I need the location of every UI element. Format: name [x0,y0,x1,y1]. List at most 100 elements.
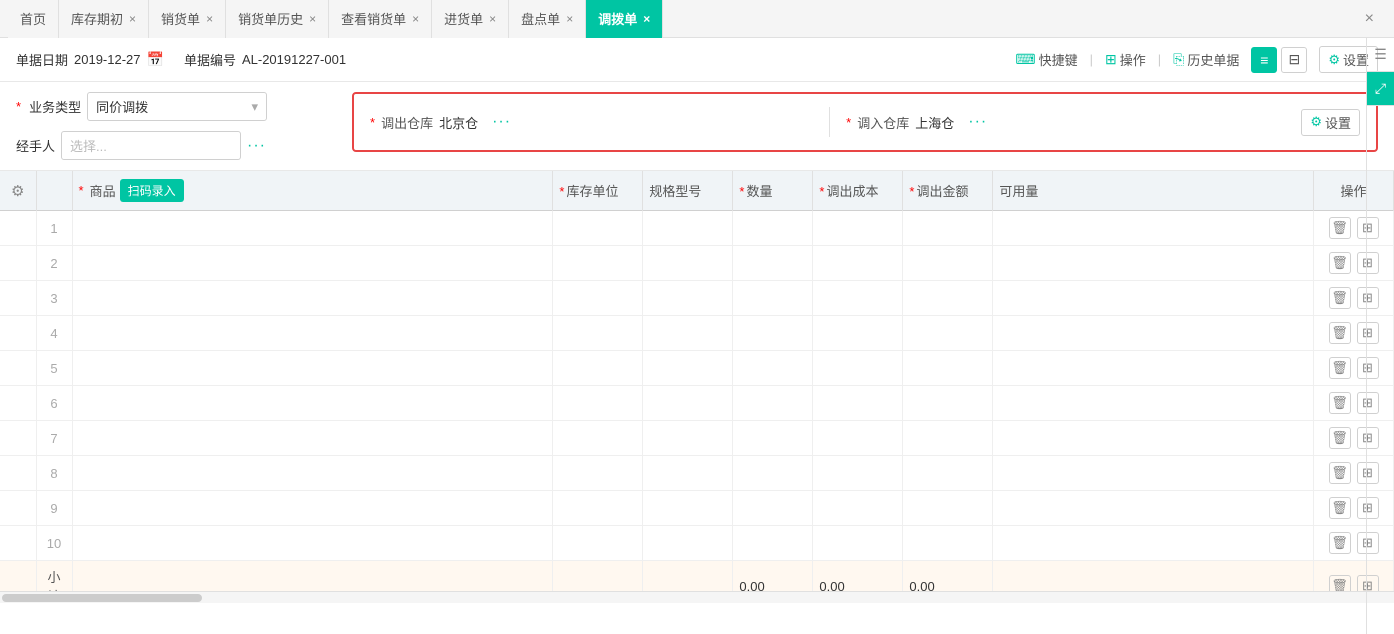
row-qty[interactable] [733,386,813,421]
calendar-icon[interactable]: 📅 [147,51,164,68]
row-amount[interactable] [903,246,993,281]
tab-transfer-order-close[interactable]: × [643,12,650,26]
row-delete-icon[interactable]: 🗑 [1329,427,1351,449]
row-amount[interactable] [903,491,993,526]
row-amount[interactable] [903,526,993,561]
row-cost[interactable] [813,246,903,281]
row-spec[interactable] [643,281,733,316]
row-amount[interactable] [903,316,993,351]
tab-purchase-order-close[interactable]: × [489,12,496,26]
row-unit[interactable] [553,421,643,456]
row-goods[interactable] [72,351,553,386]
tab-purchase-order[interactable]: 进货单 × [432,0,509,38]
row-unit[interactable] [553,281,643,316]
layout-grid-button[interactable]: ⊟ [1281,47,1307,73]
row-unit[interactable] [553,246,643,281]
row-spec[interactable] [643,386,733,421]
row-qty[interactable] [733,421,813,456]
row-spec[interactable] [643,421,733,456]
row-qty[interactable] [733,526,813,561]
row-unit[interactable] [553,316,643,351]
row-spec[interactable] [643,526,733,561]
row-unit[interactable] [553,526,643,561]
row-goods[interactable] [72,316,553,351]
tab-sales-history-close[interactable]: × [309,12,316,26]
row-spec[interactable] [643,246,733,281]
subtotal-delete-icon[interactable]: 🗑 [1329,575,1351,591]
row-unit[interactable] [553,211,643,246]
row-goods[interactable] [72,421,553,456]
tab-inventory-init[interactable]: 库存期初 × [59,0,149,38]
row-amount[interactable] [903,386,993,421]
row-goods[interactable] [72,281,553,316]
row-delete-icon[interactable]: 🗑 [1329,392,1351,414]
row-cost[interactable] [813,421,903,456]
horizontal-scrollbar[interactable] [0,591,1394,603]
row-qty[interactable] [733,316,813,351]
row-spec[interactable] [643,351,733,386]
row-unit[interactable] [553,351,643,386]
warehouse-settings-button[interactable]: ⚙ 设置 [1301,109,1360,136]
tab-sales-order[interactable]: 销货单 × [149,0,226,38]
in-warehouse-more-button[interactable]: ··· [968,113,987,131]
tab-view-sales[interactable]: 查看销货单 × [329,0,432,38]
shortcut-button[interactable]: ⌨ 快捷键 [1015,50,1077,69]
operations-button[interactable]: ⊞ 操作 [1105,50,1146,69]
row-delete-icon[interactable]: 🗑 [1329,322,1351,344]
row-cost[interactable] [813,211,903,246]
row-qty[interactable] [733,491,813,526]
row-amount[interactable] [903,351,993,386]
window-close-button[interactable]: × [1353,10,1386,28]
row-cost[interactable] [813,351,903,386]
tab-home[interactable]: 首页 [8,0,59,38]
row-cost[interactable] [813,316,903,351]
layout-list-button[interactable]: ≡ [1251,47,1277,73]
row-spec[interactable] [643,456,733,491]
scan-button[interactable]: 扫码录入 [120,179,184,202]
row-delete-icon[interactable]: 🗑 [1329,287,1351,309]
row-delete-icon[interactable]: 🗑 [1329,532,1351,554]
tab-stock-count-close[interactable]: × [566,12,573,26]
tab-sales-history[interactable]: 销货单历史 × [226,0,329,38]
row-unit[interactable] [553,491,643,526]
row-qty[interactable] [733,351,813,386]
row-cost[interactable] [813,526,903,561]
row-unit[interactable] [553,456,643,491]
biz-type-select[interactable]: 同价调拨 ▾ [87,92,267,121]
row-delete-icon[interactable]: 🗑 [1329,497,1351,519]
row-delete-icon[interactable]: 🗑 [1329,252,1351,274]
row-cost[interactable] [813,456,903,491]
handler-more-button[interactable]: ··· [247,137,266,155]
scroll-thumb[interactable] [2,594,202,602]
row-amount[interactable] [903,421,993,456]
row-amount[interactable] [903,211,993,246]
row-goods[interactable] [72,456,553,491]
row-goods[interactable] [72,246,553,281]
row-qty[interactable] [733,281,813,316]
row-spec[interactable] [643,491,733,526]
tab-sales-order-close[interactable]: × [206,12,213,26]
table-gear-icon[interactable]: ⚙ [11,183,24,200]
row-cost[interactable] [813,386,903,421]
row-goods[interactable] [72,211,553,246]
right-panel-expand-button[interactable]: ⤢ [1367,72,1394,106]
row-cost[interactable] [813,491,903,526]
row-unit[interactable] [553,386,643,421]
handler-select[interactable]: 选择... [61,131,241,160]
row-spec[interactable] [643,211,733,246]
tab-transfer-order[interactable]: 调拨单 × [586,0,663,38]
row-qty[interactable] [733,211,813,246]
row-delete-icon[interactable]: 🗑 [1329,462,1351,484]
row-cost[interactable] [813,281,903,316]
row-spec[interactable] [643,316,733,351]
row-qty[interactable] [733,246,813,281]
row-delete-icon[interactable]: 🗑 [1329,217,1351,239]
history-button[interactable]: ⎘ 历史单据 [1173,50,1239,69]
tab-inventory-init-close[interactable]: × [129,12,136,26]
out-warehouse-more-button[interactable]: ··· [492,113,511,131]
right-panel-list-button[interactable]: ☰ [1367,38,1394,72]
tab-stock-count[interactable]: 盘点单 × [509,0,586,38]
row-delete-icon[interactable]: 🗑 [1329,357,1351,379]
row-goods[interactable] [72,526,553,561]
row-amount[interactable] [903,456,993,491]
